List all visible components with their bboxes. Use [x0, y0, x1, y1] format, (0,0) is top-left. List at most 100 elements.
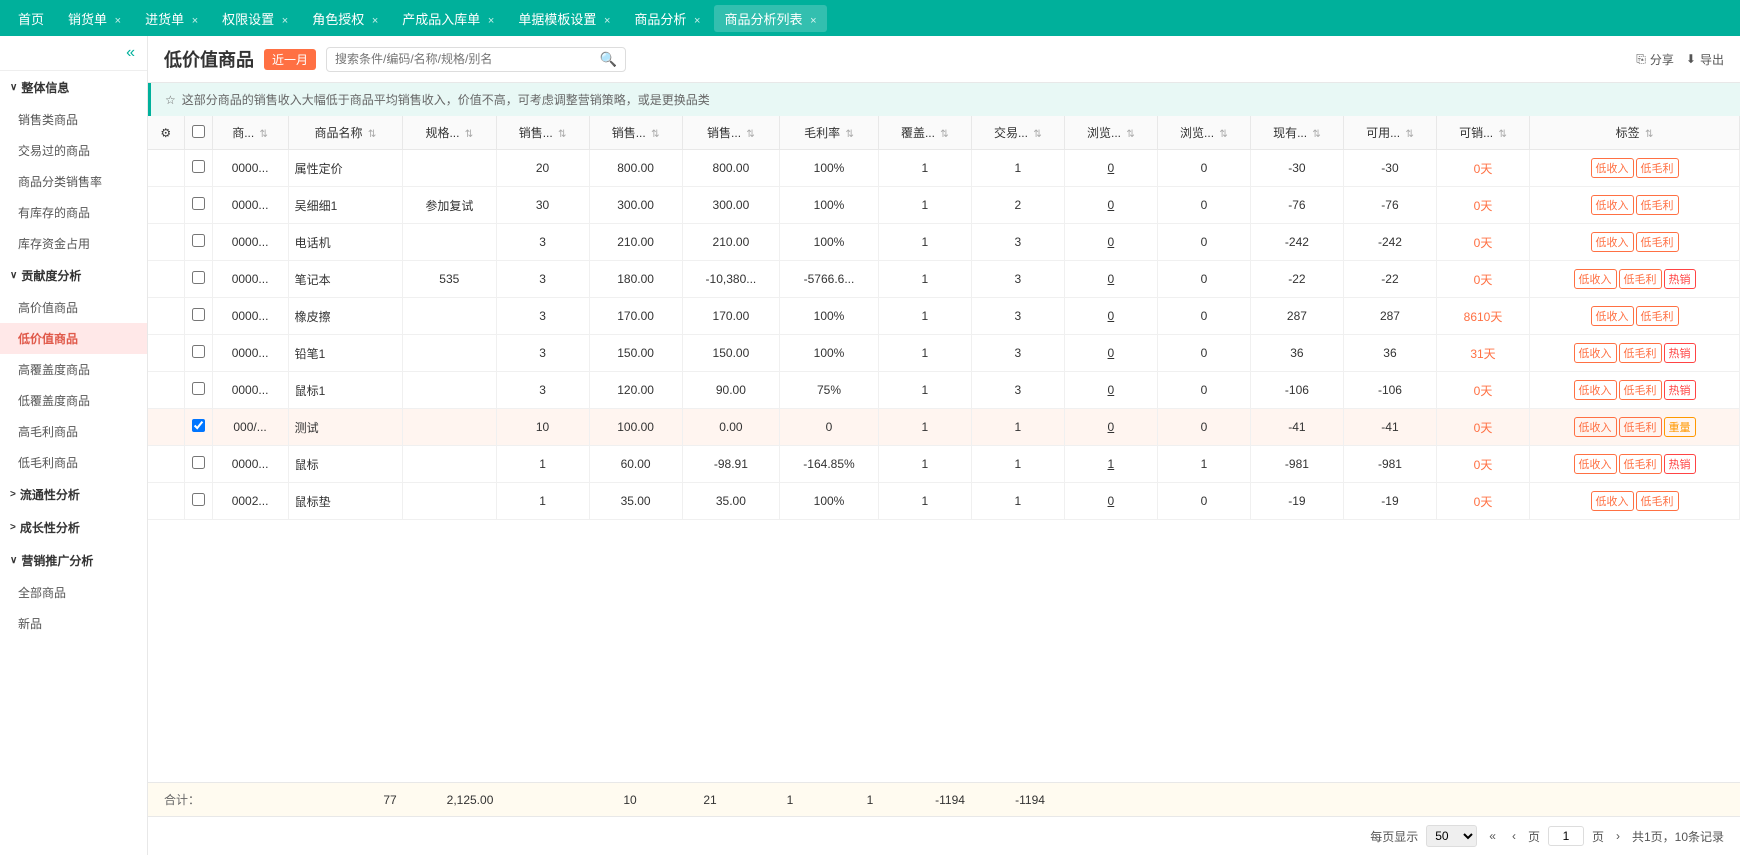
checkbox-cell[interactable] — [184, 372, 212, 409]
nav-goods-analysis[interactable]: 商品分析 × — [624, 5, 710, 32]
sidebar-item-new-goods[interactable]: 新品 — [0, 608, 147, 639]
footer-current: -1194 — [920, 793, 980, 807]
view1-value[interactable]: 0 — [1108, 198, 1115, 212]
view1-value[interactable]: 0 — [1108, 346, 1115, 360]
row-checkbox[interactable] — [192, 308, 205, 321]
sidebar-group-marketing[interactable]: ∨ 营销推广分析 — [0, 544, 147, 577]
view1-value[interactable]: 0 — [1108, 272, 1115, 286]
tag-label: 低收入 — [1591, 232, 1634, 252]
sidebar-item-low-value[interactable]: 低价值商品 — [0, 323, 147, 354]
nav-permission[interactable]: 权限设置 × — [212, 5, 298, 32]
nav-sales-order[interactable]: 销货单 × — [58, 5, 131, 32]
row-checkbox[interactable] — [192, 234, 205, 247]
settings-col-header[interactable]: ⚙ — [148, 116, 184, 150]
sidebar-item-inventory-capital[interactable]: 库存资金占用 — [0, 228, 147, 259]
search-input[interactable] — [335, 52, 594, 66]
view1-col-header[interactable]: 浏览... ⇅ — [1064, 116, 1157, 150]
sidebar-item-high-gross[interactable]: 高毛利商品 — [0, 416, 147, 447]
view1-value[interactable]: 0 — [1108, 420, 1115, 434]
coverage-col-header[interactable]: 覆盖... ⇅ — [878, 116, 971, 150]
sidebar-collapse-btn[interactable]: « — [122, 40, 139, 66]
view1-cell[interactable]: 0 — [1064, 261, 1157, 298]
view1-value[interactable]: 1 — [1108, 457, 1115, 471]
checkbox-cell[interactable] — [184, 224, 212, 261]
checkbox-cell[interactable] — [184, 446, 212, 483]
row-checkbox[interactable] — [192, 456, 205, 469]
sidebar-group-circulation[interactable]: > 流通性分析 — [0, 478, 147, 511]
checkbox-cell[interactable] — [184, 335, 212, 372]
saleable-col-header[interactable]: 可销... ⇅ — [1436, 116, 1529, 150]
checkbox-cell[interactable] — [184, 187, 212, 224]
export-btn[interactable]: ⬇ 导出 — [1686, 51, 1724, 68]
sidebar-group-contribution[interactable]: ∨ 贡献度分析 — [0, 259, 147, 292]
current-cell: -106 — [1250, 372, 1343, 409]
row-checkbox[interactable] — [192, 419, 205, 432]
available-col-header[interactable]: 可用... ⇅ — [1343, 116, 1436, 150]
view1-cell[interactable]: 0 — [1064, 409, 1157, 446]
row-checkbox[interactable] — [192, 271, 205, 284]
row-checkbox[interactable] — [192, 382, 205, 395]
view1-cell[interactable]: 0 — [1064, 150, 1157, 187]
per-page-select[interactable]: 50 100 — [1426, 825, 1477, 847]
row-checkbox[interactable] — [192, 197, 205, 210]
row-checkbox[interactable] — [192, 493, 205, 506]
checkbox-col-header[interactable] — [184, 116, 212, 150]
view1-value[interactable]: 0 — [1108, 309, 1115, 323]
view1-value[interactable]: 0 — [1108, 383, 1115, 397]
next-page-btn[interactable]: › — [1612, 827, 1624, 845]
select-all-checkbox[interactable] — [192, 125, 205, 138]
sidebar-group-growth[interactable]: > 成长性分析 — [0, 511, 147, 544]
prev-page-btn[interactable]: ‹ — [1508, 827, 1520, 845]
sidebar-item-all-goods[interactable]: 全部商品 — [0, 577, 147, 608]
view1-value[interactable]: 0 — [1108, 161, 1115, 175]
checkbox-cell[interactable] — [184, 150, 212, 187]
sidebar-group-overall[interactable]: ∨ 整体信息 — [0, 71, 147, 104]
days-value: 0天 — [1474, 421, 1493, 435]
sidebar-item-traded-goods[interactable]: 交易过的商品 — [0, 135, 147, 166]
checkbox-cell[interactable] — [184, 483, 212, 520]
sidebar-item-high-coverage[interactable]: 高覆盖度商品 — [0, 354, 147, 385]
share-btn[interactable]: ⎘ 分享 — [1636, 51, 1674, 68]
row-checkbox[interactable] — [192, 160, 205, 173]
name-col-header[interactable]: 商品名称 ⇅ — [288, 116, 402, 150]
view1-value[interactable]: 0 — [1108, 494, 1115, 508]
sidebar-item-category-sales-rate[interactable]: 商品分类销售率 — [0, 166, 147, 197]
page-input[interactable] — [1548, 826, 1584, 846]
view1-cell[interactable]: 0 — [1064, 372, 1157, 409]
nav-product-inbound[interactable]: 产成品入库单 × — [392, 5, 504, 32]
nav-home[interactable]: 首页 — [8, 5, 54, 32]
sidebar-item-in-stock-goods[interactable]: 有库存的商品 — [0, 197, 147, 228]
sidebar-item-sales-goods[interactable]: 销售类商品 — [0, 104, 147, 135]
view1-cell[interactable]: 0 — [1064, 298, 1157, 335]
spec-col-header[interactable]: 规格... ⇅ — [403, 116, 496, 150]
trade-col-header[interactable]: 交易... ⇅ — [971, 116, 1064, 150]
view1-cell[interactable]: 0 — [1064, 335, 1157, 372]
tags-col-header[interactable]: 标签 ⇅ — [1530, 116, 1740, 150]
view1-cell[interactable]: 0 — [1064, 224, 1157, 261]
nav-role-auth[interactable]: 角色授权 × — [302, 5, 388, 32]
sidebar-item-high-value[interactable]: 高价值商品 — [0, 292, 147, 323]
nav-goods-analysis-list[interactable]: 商品分析列表 × — [714, 5, 826, 32]
view1-cell[interactable]: 0 — [1064, 187, 1157, 224]
sidebar-item-low-coverage[interactable]: 低覆盖度商品 — [0, 385, 147, 416]
nav-purchase-order[interactable]: 进货单 × — [135, 5, 208, 32]
first-page-btn[interactable]: « — [1485, 827, 1500, 845]
checkbox-cell[interactable] — [184, 298, 212, 335]
current-col-header[interactable]: 现有... ⇅ — [1250, 116, 1343, 150]
filter-tag-btn[interactable]: 近一月 — [264, 49, 316, 70]
search-icon[interactable]: 🔍 — [600, 51, 617, 68]
view1-value[interactable]: 0 — [1108, 235, 1115, 249]
sales-amount-col-header[interactable]: 销售... ⇅ — [682, 116, 780, 150]
sidebar-item-low-gross[interactable]: 低毛利商品 — [0, 447, 147, 478]
sales-qty-col-header[interactable]: 销售... ⇅ — [496, 116, 589, 150]
code-col-header[interactable]: 商... ⇅ — [212, 116, 288, 150]
checkbox-cell[interactable] — [184, 409, 212, 446]
view1-cell[interactable]: 0 — [1064, 483, 1157, 520]
sales-price-col-header[interactable]: 销售... ⇅ — [589, 116, 682, 150]
checkbox-cell[interactable] — [184, 261, 212, 298]
gross-rate-col-header[interactable]: 毛利率 ⇅ — [780, 116, 879, 150]
view2-col-header[interactable]: 浏览... ⇅ — [1157, 116, 1250, 150]
view1-cell[interactable]: 1 — [1064, 446, 1157, 483]
row-checkbox[interactable] — [192, 345, 205, 358]
nav-template-setting[interactable]: 单据模板设置 × — [508, 5, 620, 32]
